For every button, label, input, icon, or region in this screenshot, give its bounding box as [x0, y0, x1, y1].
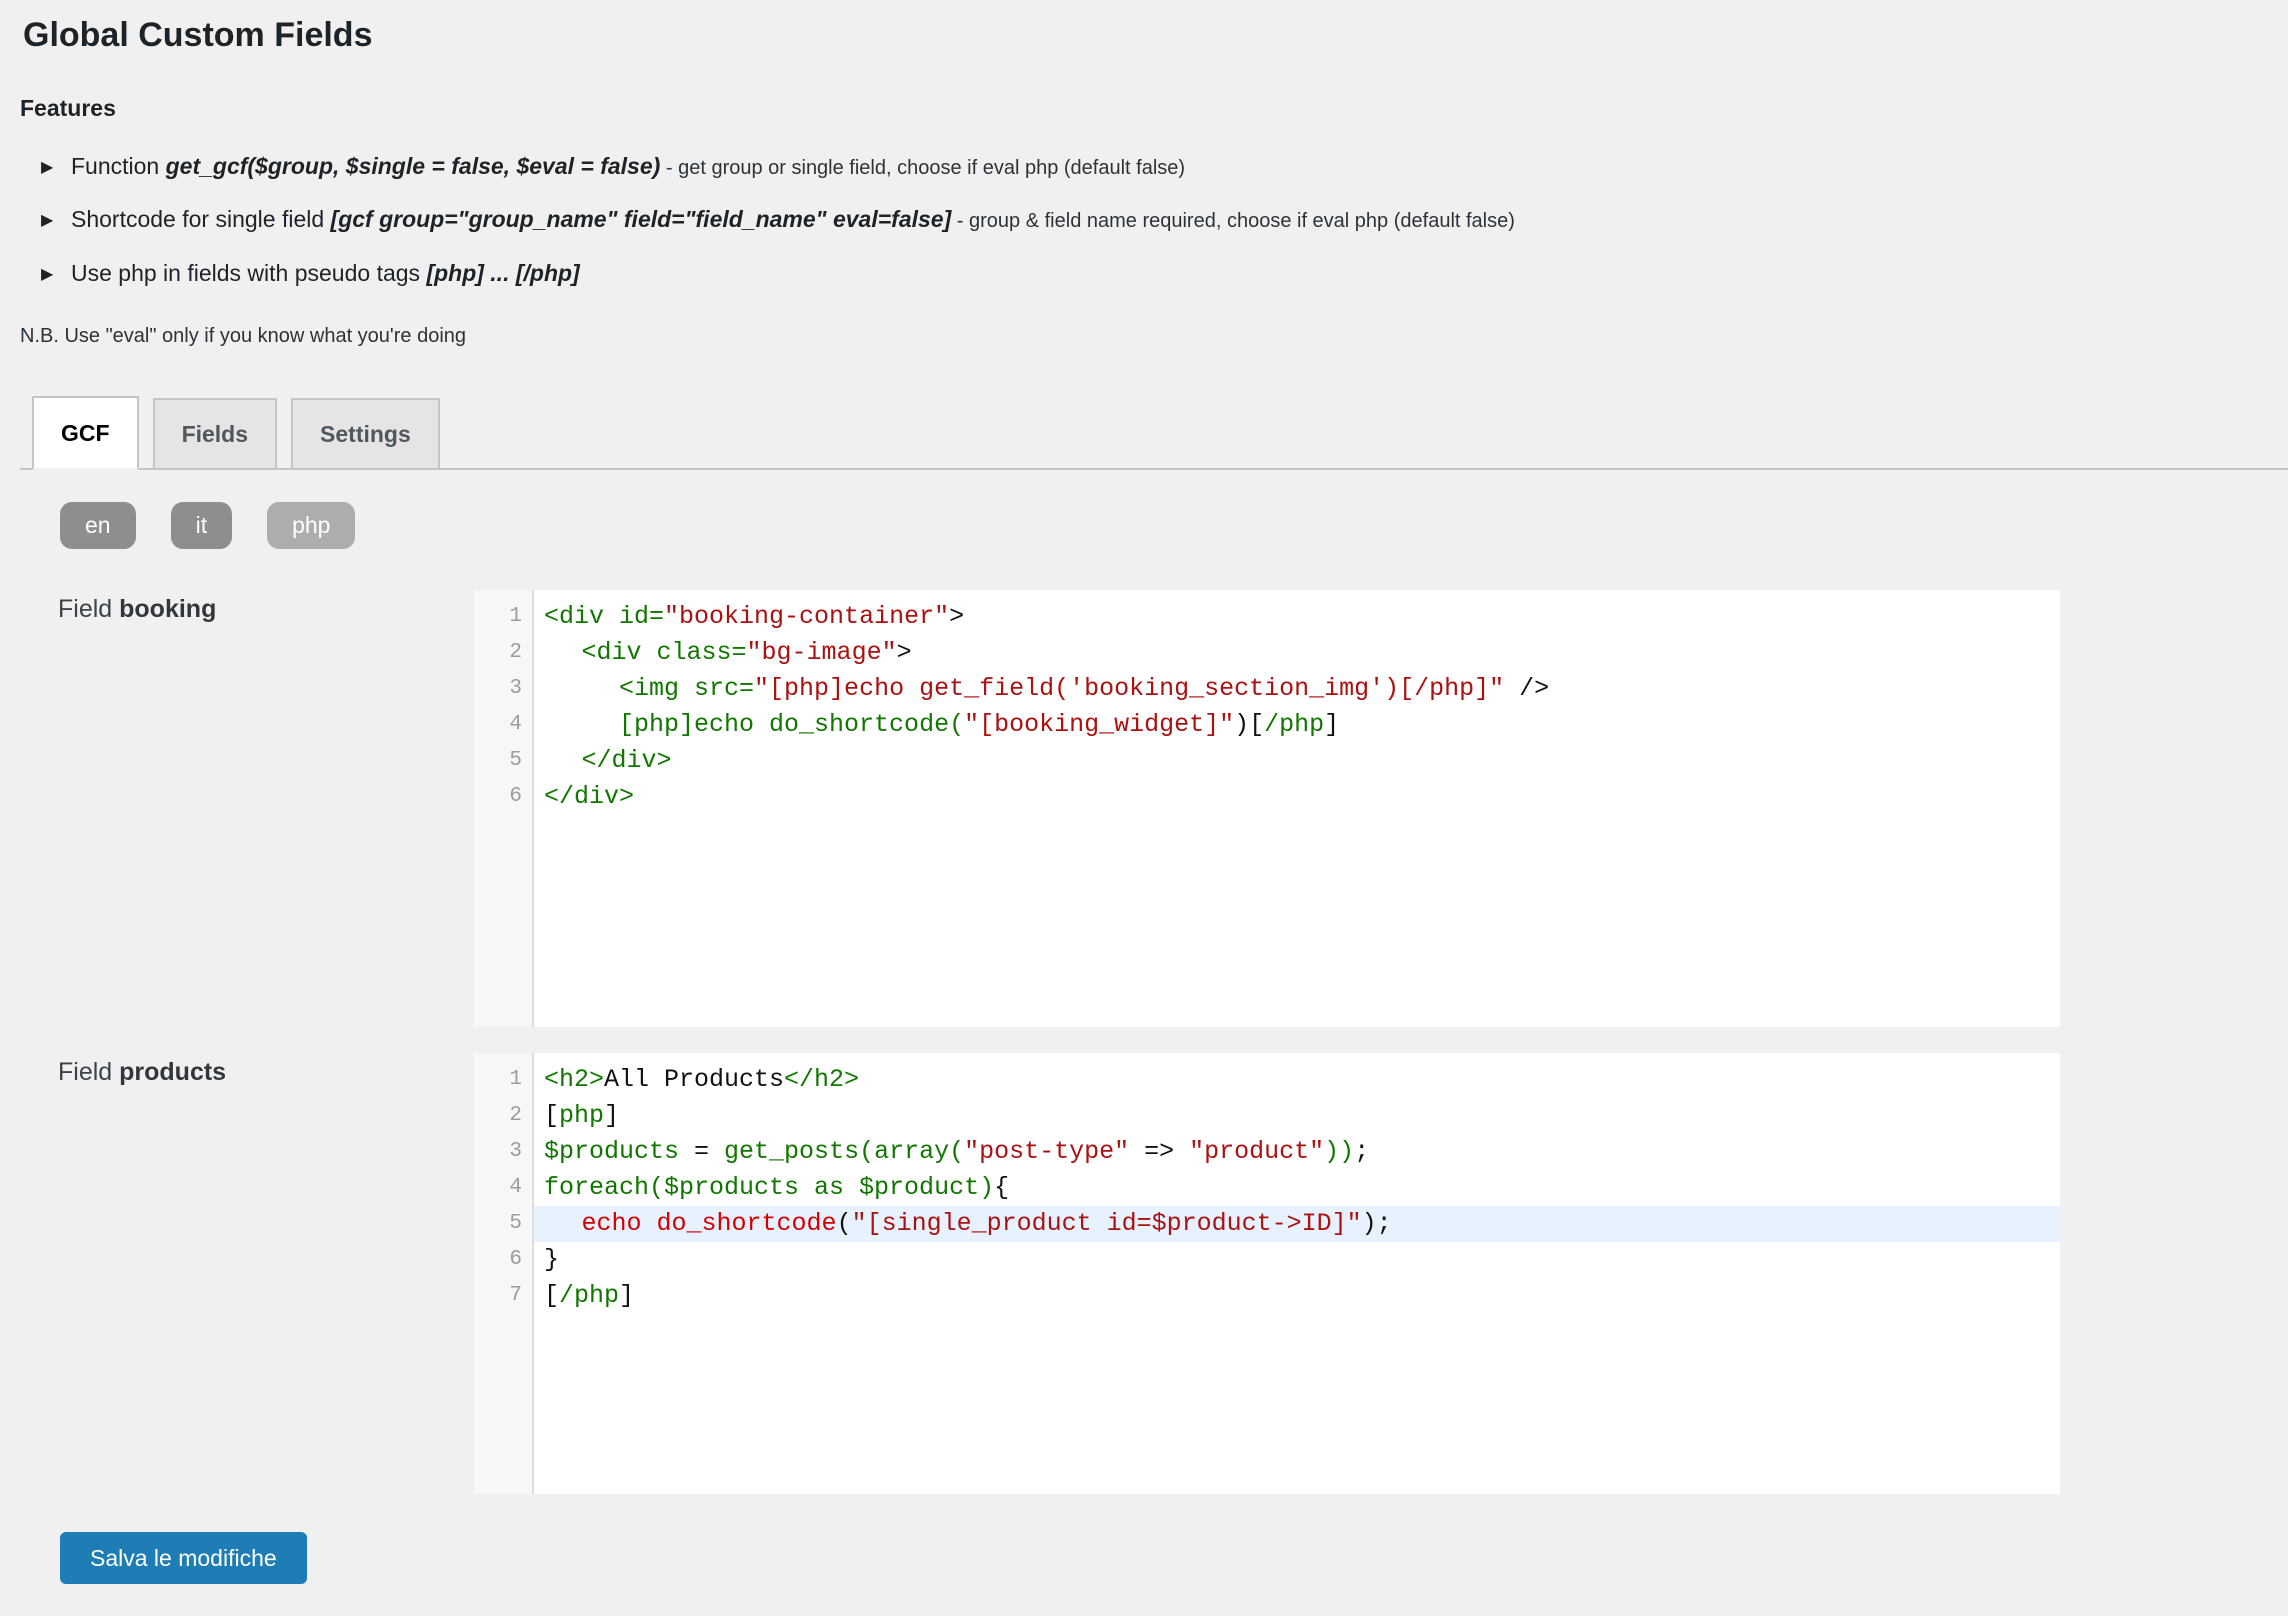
code-line: <h2>All Products</h2>	[544, 1065, 860, 1095]
field-label-products: Field products	[58, 1053, 474, 1494]
line-number-gutter: 1 2 3 4 5 6 7	[474, 1053, 534, 1495]
disclosure-arrow-icon[interactable]: ▶	[41, 211, 71, 232]
code-line: [/php]	[544, 1281, 635, 1311]
disclosure-arrow-icon[interactable]: ▶	[41, 158, 71, 179]
line-number: 4	[509, 713, 522, 737]
tab-gcf[interactable]: GCF	[32, 396, 139, 471]
feature-desc: - group & field name required, choose if…	[951, 210, 1515, 233]
save-button[interactable]: Salva le modifiche	[60, 1532, 307, 1585]
feature-code: [gcf group="group_name" field="field_nam…	[330, 206, 952, 233]
page-title: Global Custom Fields	[23, 16, 373, 54]
line-number: 2	[509, 641, 522, 665]
features-heading: Features	[20, 94, 116, 121]
disclosure-arrow-icon[interactable]: ▶	[41, 265, 71, 286]
code-editor-products[interactable]: 1 2 3 4 5 6 7 <h2>All Products</h2> [php] $produc…	[474, 1053, 2060, 1495]
feature-item: ▶ Use php in fields with pseudo tags [php…	[41, 259, 2288, 289]
code-line: [php]	[544, 1101, 620, 1131]
line-number: 1	[509, 605, 522, 629]
code-line: foreach($products as $product){	[544, 1173, 1010, 1203]
line-number: 6	[509, 1248, 522, 1272]
feature-item: ▶ Function get_gcf($group, $single = fals…	[41, 152, 2288, 182]
lang-button-php[interactable]: php	[267, 502, 356, 550]
feature-code: [php] ... [/php]	[426, 260, 580, 287]
field-row: Field products 1 2 3 4 5 6 7 <h2>All Products</h…	[0, 1053, 2288, 1495]
feature-item: ▶ Shortcode for single field [gcf group="…	[41, 205, 2288, 235]
code-line: </div>	[544, 782, 635, 812]
field-row: Field booking 1 2 3 4 5 6 <div id="booking-cont…	[0, 590, 2288, 1028]
code-line: [php]echo do_shortcode("[booking_widget]…	[619, 710, 1340, 740]
code-editor-booking[interactable]: 1 2 3 4 5 6 <div id="booking-container"> <div …	[474, 590, 2060, 1028]
line-number: 5	[509, 749, 522, 773]
code-line: <div id="booking-container">	[544, 602, 965, 632]
line-number: 3	[509, 1140, 522, 1164]
fields-container: Field booking 1 2 3 4 5 6 <div id="booking-cont…	[0, 590, 2288, 1495]
code-line: echo do_shortcode("[single_product id=$p…	[534, 1206, 2060, 1243]
page: Global Custom Fields Features ▶ Function …	[0, 14, 2288, 1616]
language-buttons: en it php	[60, 502, 2288, 550]
features-list: ▶ Function get_gcf($group, $single = fals…	[0, 152, 2288, 290]
line-number-gutter: 1 2 3 4 5 6	[474, 590, 534, 1028]
field-label-prefix: Field	[58, 1058, 120, 1087]
feature-lead: Use php in fields with pseudo tags	[71, 260, 427, 287]
field-label-booking: Field booking	[58, 590, 474, 1027]
line-number: 6	[509, 785, 522, 809]
lang-button-it[interactable]: it	[170, 502, 233, 550]
code-line: </div>	[581, 746, 672, 776]
line-number: 4	[509, 1176, 522, 1200]
line-number: 1	[509, 1068, 522, 1092]
code-area: <div id="booking-container"> <div class=…	[534, 590, 2060, 1027]
tab-settings[interactable]: Settings	[291, 398, 440, 469]
field-label-name: booking	[119, 595, 217, 624]
eval-note: N.B. Use "eval" only if you know what yo…	[20, 325, 467, 348]
line-number: 2	[509, 1104, 522, 1128]
tab-bar: GCF Fields Settings	[20, 396, 2288, 471]
line-number: 5	[509, 1212, 522, 1236]
code-line: $products = get_posts(array("post-type" …	[544, 1137, 1370, 1167]
feature-lead: Function	[71, 152, 166, 179]
line-number: 3	[509, 677, 522, 701]
lang-button-en[interactable]: en	[60, 502, 136, 550]
code-line: }	[544, 1245, 560, 1275]
feature-code: get_gcf($group, $single = false, $eval =…	[165, 152, 661, 179]
code-area: <h2>All Products</h2> [php] $products = ge…	[534, 1053, 2060, 1494]
line-number: 7	[509, 1284, 522, 1308]
feature-lead: Shortcode for single field	[71, 206, 331, 233]
tab-fields[interactable]: Fields	[152, 398, 278, 469]
code-line: <img src="[php]echo get_field('booking_s…	[619, 674, 1550, 704]
field-label-prefix: Field	[58, 595, 120, 624]
field-label-name: products	[119, 1058, 227, 1087]
feature-desc: - get group or single field, choose if e…	[660, 156, 1186, 179]
code-line: <div class="bg-image">	[581, 638, 912, 668]
